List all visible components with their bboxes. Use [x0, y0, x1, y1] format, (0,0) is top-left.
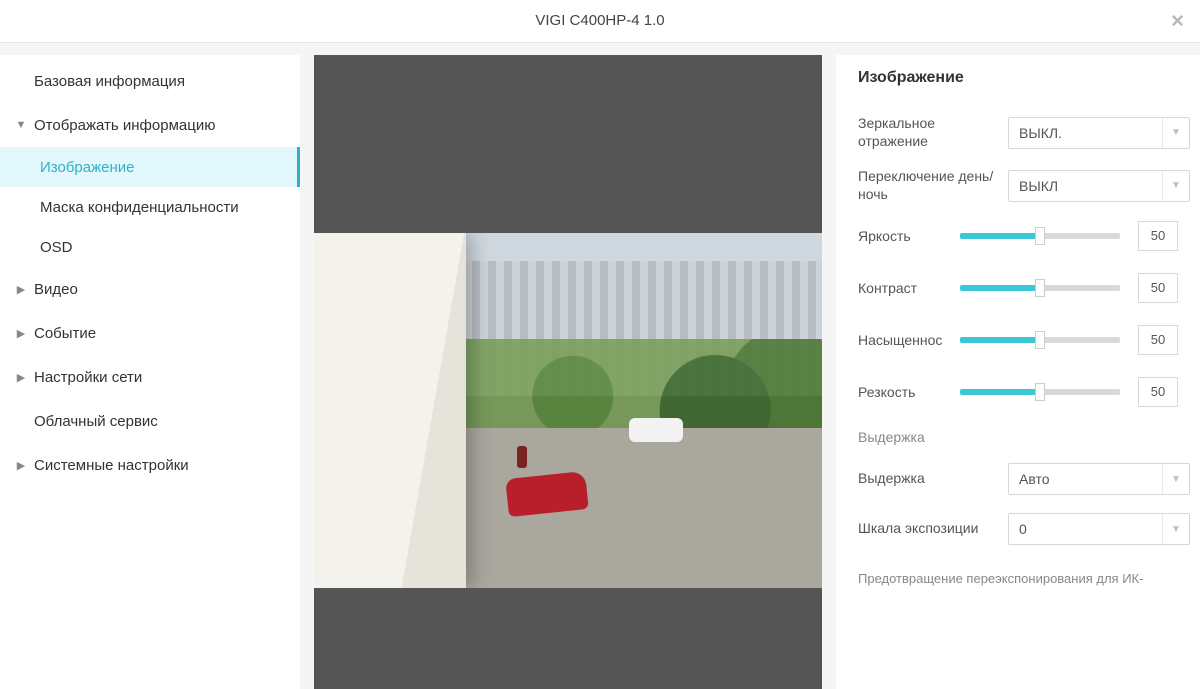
sidebar-item-label: Базовая информация — [34, 73, 185, 90]
sidebar-item-network[interactable]: ▶ Настройки сети — [0, 355, 300, 399]
daynight-select[interactable]: ВЫКЛ ▼ — [1008, 170, 1190, 202]
slider-fill — [960, 337, 1040, 343]
sidebar-item-label: Системные настройки — [34, 457, 189, 474]
mirror-label: Зеркальное отражение — [858, 115, 1008, 150]
chevron-down-icon: ▼ — [1162, 464, 1189, 494]
slider-thumb[interactable] — [1035, 227, 1045, 245]
saturation-label: Насыщеннос — [858, 332, 960, 348]
sidebar-item-label: OSD — [40, 239, 73, 256]
exposure-section-title: Выдержка — [858, 429, 1178, 445]
sharpness-label: Резкость — [858, 384, 960, 400]
sidebar-sub-privacy-mask[interactable]: Маска конфиденциальности — [0, 187, 300, 227]
slider-thumb[interactable] — [1035, 279, 1045, 297]
slider-fill — [960, 389, 1040, 395]
sidebar-item-display-info[interactable]: ▼ Отображать информацию — [0, 103, 300, 147]
sharpness-value[interactable]: 50 — [1138, 377, 1178, 407]
chevron-right-icon: ▶ — [14, 459, 28, 472]
slider-fill — [960, 285, 1040, 291]
brightness-slider[interactable] — [960, 233, 1120, 239]
header-bar: VIGI C400HP-4 1.0 × — [0, 0, 1200, 43]
contrast-value[interactable]: 50 — [1138, 273, 1178, 303]
chevron-down-icon: ▼ — [1162, 171, 1189, 201]
settings-panel: Изображение Зеркальное отражение ВЫКЛ. ▼… — [836, 55, 1200, 689]
window-title: VIGI C400HP-4 1.0 — [535, 12, 664, 29]
contrast-slider[interactable] — [960, 285, 1120, 291]
chevron-down-icon: ▼ — [1162, 118, 1189, 148]
close-icon[interactable]: × — [1171, 0, 1184, 42]
select-value: ВЫКЛ. — [1019, 125, 1062, 141]
contrast-label: Контраст — [858, 280, 960, 296]
slider-thumb[interactable] — [1035, 383, 1045, 401]
sidebar-item-video[interactable]: ▶ Видео — [0, 267, 300, 311]
sidebar-item-label: Отображать информацию — [34, 117, 215, 134]
scene-wall — [314, 233, 466, 589]
sidebar-item-label: Маска конфиденциальности — [40, 199, 239, 216]
sidebar-item-basic-info[interactable]: ▶ Базовая информация — [0, 59, 300, 103]
slider-fill — [960, 233, 1040, 239]
brightness-label: Яркость — [858, 228, 960, 244]
sidebar-item-system[interactable]: ▶ Системные настройки — [0, 443, 300, 487]
video-preview[interactable] — [314, 55, 822, 689]
sidebar-item-label: Настройки сети — [34, 369, 142, 386]
scene-white-car — [629, 418, 683, 442]
sidebar-item-event[interactable]: ▶ Событие — [0, 311, 300, 355]
sharpness-slider[interactable] — [960, 389, 1120, 395]
select-value: 0 — [1019, 521, 1027, 537]
sidebar-item-label: Облачный сервис — [34, 413, 158, 430]
chevron-down-icon: ▼ — [1162, 514, 1189, 544]
body-container: ▶ Базовая информация ▼ Отображать информ… — [0, 43, 1200, 689]
scene-person — [517, 446, 527, 468]
sidebar-item-label: Видео — [34, 281, 78, 298]
chevron-right-icon: ▶ — [14, 327, 28, 340]
camera-scene — [314, 233, 822, 589]
exposure-scale-label: Шкала экспозиции — [858, 520, 1008, 538]
sidebar: ▶ Базовая информация ▼ Отображать информ… — [0, 55, 300, 689]
sidebar-item-label: Событие — [34, 325, 96, 342]
sidebar-item-label: Изображение — [40, 159, 135, 176]
select-value: ВЫКЛ — [1019, 178, 1058, 194]
mirror-select[interactable]: ВЫКЛ. ▼ — [1008, 117, 1190, 149]
slider-thumb[interactable] — [1035, 331, 1045, 349]
chevron-down-icon: ▼ — [14, 119, 28, 131]
ir-overexposure-note: Предотвращение переэкспонирования для ИК… — [858, 571, 1178, 586]
saturation-value[interactable]: 50 — [1138, 325, 1178, 355]
sidebar-sub-osd[interactable]: OSD — [0, 227, 300, 267]
saturation-slider[interactable] — [960, 337, 1120, 343]
chevron-right-icon: ▶ — [14, 371, 28, 384]
sidebar-sub-image[interactable]: Изображение — [0, 147, 300, 187]
exposure-scale-select[interactable]: 0 ▼ — [1008, 513, 1190, 545]
daynight-label: Переключение день/ночь — [858, 168, 1008, 203]
select-value: Авто — [1019, 471, 1050, 487]
sidebar-item-cloud[interactable]: ▶ Облачный сервис — [0, 399, 300, 443]
settings-title: Изображение — [858, 69, 1178, 87]
scene-red-car — [505, 471, 589, 517]
exposure-select[interactable]: Авто ▼ — [1008, 463, 1190, 495]
chevron-right-icon: ▶ — [14, 283, 28, 296]
exposure-label: Выдержка — [858, 470, 1008, 488]
brightness-value[interactable]: 50 — [1138, 221, 1178, 251]
